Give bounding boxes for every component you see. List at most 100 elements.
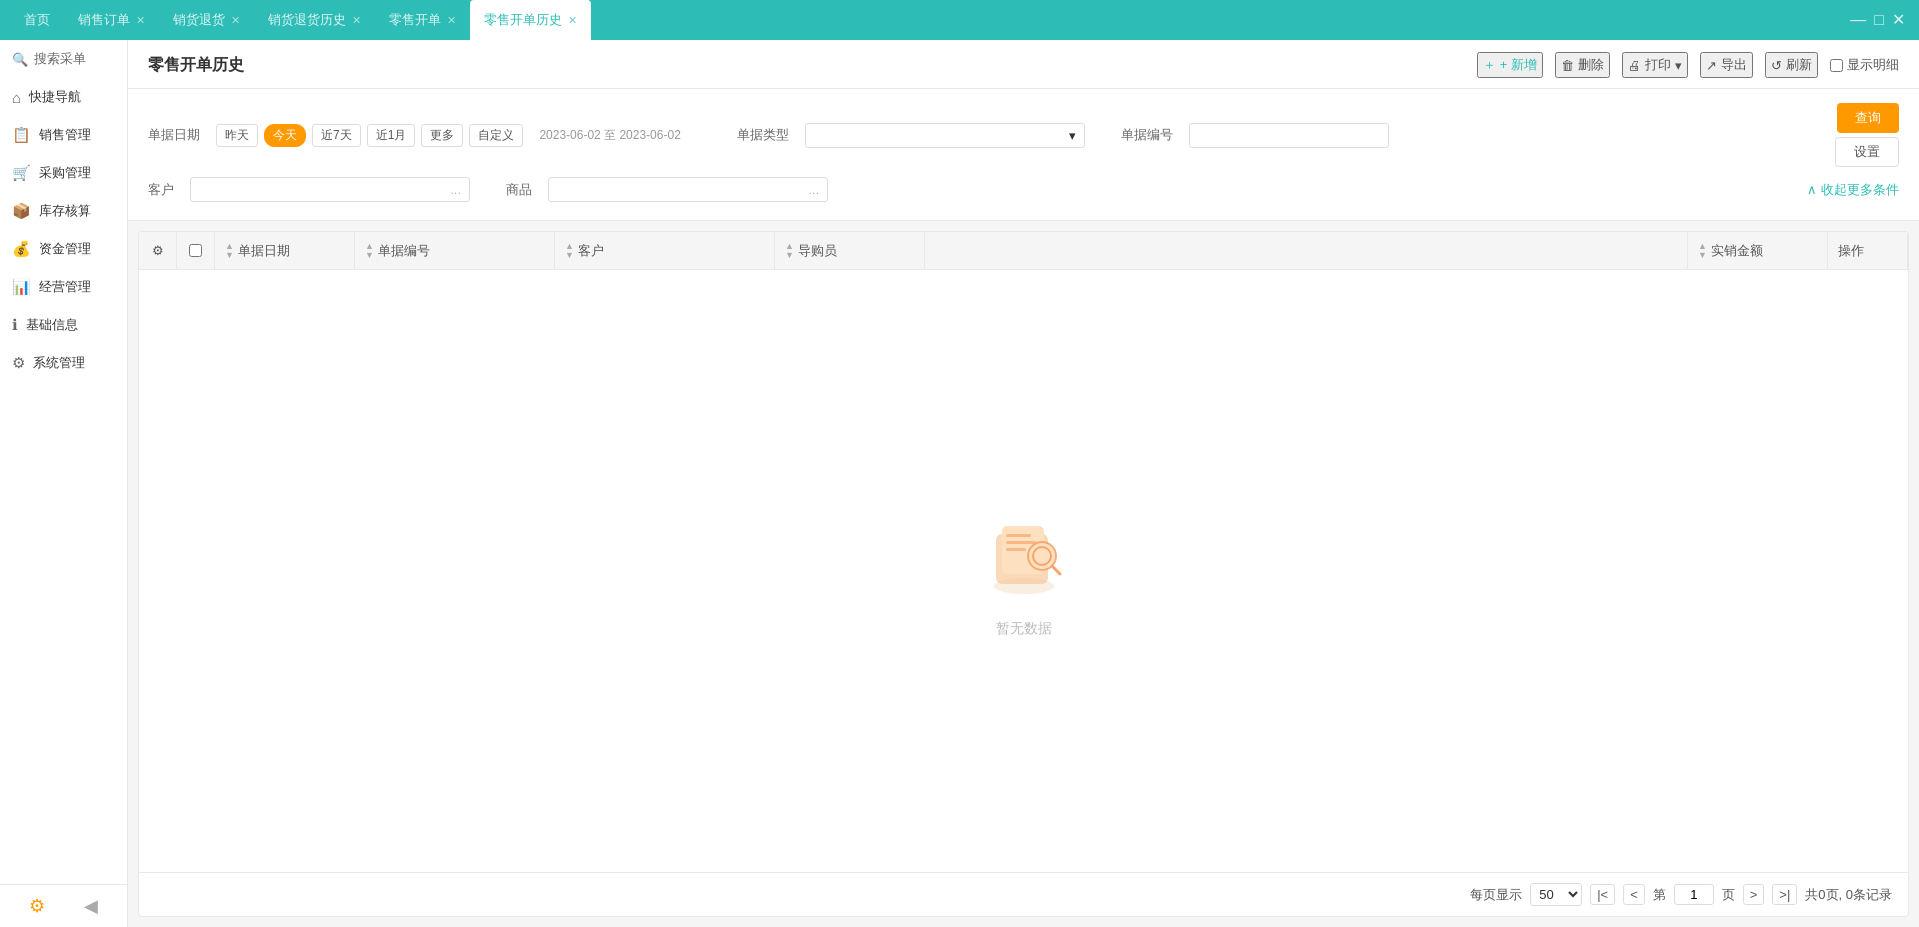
date-btn-yesterday[interactable]: 昨天 — [216, 124, 258, 147]
purchase-icon: 🛒 — [12, 164, 31, 182]
filter-area: 单据日期 昨天 今天 近7天 近1月 更多 自定义 2023-06-02 至 2… — [128, 89, 1919, 221]
th-amount-label: 实销金额 — [1711, 242, 1763, 260]
sidebar-item-purchase-mgmt[interactable]: 🛒 采购管理 — [0, 154, 127, 192]
sidebar-item-finance-label: 资金管理 — [39, 240, 91, 258]
print-button[interactable]: 🖨 打印 ▾ — [1622, 52, 1688, 78]
per-page-label: 每页显示 — [1470, 886, 1522, 904]
tab-sales-order[interactable]: 销售订单 ✕ — [64, 0, 159, 40]
date-btn-more[interactable]: 更多 — [421, 124, 463, 147]
display-detail-checkbox[interactable]: 显示明细 — [1830, 56, 1899, 74]
th-settings[interactable]: ⚙ — [139, 232, 177, 269]
th-customer[interactable]: ▲▼ 客户 — [555, 232, 775, 269]
add-label: + 新增 — [1500, 56, 1537, 74]
display-detail-input[interactable] — [1830, 59, 1843, 72]
sidebar-item-quick-nav[interactable]: ⌂ 快捷导航 — [0, 78, 127, 116]
collapse-sidebar-btn[interactable]: ◀ — [84, 895, 98, 917]
th-number-label: 单据编号 — [378, 242, 430, 260]
order-type-select[interactable]: ▾ — [805, 123, 1085, 148]
sidebar-item-basic-info[interactable]: ℹ 基础信息 — [0, 306, 127, 344]
search-icon: 🔍 — [12, 52, 28, 67]
tab-retail-open-history[interactable]: 零售开单历史 ✕ — [470, 0, 591, 40]
sidebar-item-purchase-mgmt-label: 采购管理 — [39, 164, 91, 182]
sidebar-item-sales-mgmt[interactable]: 📋 销售管理 — [0, 116, 127, 154]
settings-button[interactable]: 设置 — [1835, 137, 1899, 167]
tab-sales-order-label: 销售订单 — [78, 11, 130, 29]
add-button[interactable]: ＋ + 新增 — [1477, 52, 1543, 78]
sort-arrows-number: ▲▼ — [365, 242, 374, 260]
query-button[interactable]: 查询 — [1837, 103, 1899, 133]
refresh-button[interactable]: ↺ 刷新 — [1765, 52, 1818, 78]
sidebar-search[interactable]: 🔍 搜索采单 — [0, 40, 127, 78]
delete-button[interactable]: 🗑 删除 — [1555, 52, 1610, 78]
th-guide-label: 导购员 — [798, 242, 837, 260]
tab-retail-open-close[interactable]: ✕ — [447, 14, 456, 27]
customer-select[interactable]: ... — [190, 177, 470, 202]
export-icon: ↗ — [1706, 58, 1717, 73]
sort-arrows-date: ▲▼ — [225, 242, 234, 260]
tab-retail-open-history-close[interactable]: ✕ — [568, 14, 577, 27]
date-btn-custom[interactable]: 自定义 — [469, 124, 523, 147]
inventory-icon: 📦 — [12, 202, 31, 220]
sidebar-search-label: 搜索采单 — [34, 50, 86, 68]
empty-text: 暂无数据 — [996, 620, 1052, 638]
svg-line-8 — [1052, 566, 1060, 574]
select-all-checkbox[interactable] — [189, 244, 202, 257]
per-page-select[interactable]: 50 100 200 — [1530, 883, 1582, 906]
filter-row-2: 客户 ... 商品 ... ∧ 收起更多条件 — [148, 177, 1899, 202]
export-label: 导出 — [1721, 56, 1747, 74]
th-checkbox[interactable] — [177, 232, 215, 269]
th-guide[interactable]: ▲▼ 导购员 — [775, 232, 925, 269]
export-button[interactable]: ↗ 导出 — [1700, 52, 1753, 78]
date-range-display: 2023-06-02 至 2023-06-02 — [539, 127, 680, 144]
customer-ellipsis: ... — [450, 182, 461, 197]
main-layout: 🔍 搜索采单 ⌂ 快捷导航 📋 销售管理 🛒 采购管理 📦 库存核算 💰 资金管… — [0, 40, 1919, 927]
window-close[interactable]: ✕ — [1892, 12, 1905, 28]
date-btn-today[interactable]: 今天 — [264, 124, 306, 147]
date-btn-1month[interactable]: 近1月 — [367, 124, 416, 147]
sidebar-item-sales-mgmt-label: 销售管理 — [39, 126, 91, 144]
first-page-btn[interactable]: |< — [1590, 884, 1615, 905]
date-btn-7days[interactable]: 近7天 — [312, 124, 361, 147]
svg-rect-5 — [1006, 548, 1026, 551]
sidebar-item-finance[interactable]: 💰 资金管理 — [0, 230, 127, 268]
th-amount[interactable]: ▲▼ 实销金额 — [1688, 232, 1828, 269]
page-header: 零售开单历史 ＋ + 新增 🗑 删除 🖨 打印 ▾ ↗ 导出 — [128, 40, 1919, 89]
total-info: 共0页, 0条记录 — [1805, 886, 1892, 904]
last-page-btn[interactable]: >| — [1772, 884, 1797, 905]
query-buttons: 查询 设置 — [1835, 103, 1899, 167]
sidebar-item-operations-label: 经营管理 — [39, 278, 91, 296]
settings-bottom-btn[interactable]: ⚙ — [29, 895, 45, 917]
window-minimize[interactable]: — — [1850, 12, 1866, 28]
tab-sales-return-history-close[interactable]: ✕ — [352, 14, 361, 27]
next-page-btn[interactable]: > — [1743, 884, 1765, 905]
prev-page-btn[interactable]: < — [1623, 884, 1645, 905]
page-number-input[interactable] — [1674, 884, 1714, 905]
svg-rect-4 — [1006, 541, 1036, 544]
tab-retail-open[interactable]: 零售开单 ✕ — [375, 0, 470, 40]
tab-home[interactable]: 首页 — [10, 0, 64, 40]
th-op: 操作 — [1828, 232, 1908, 269]
order-number-input[interactable] — [1189, 123, 1389, 148]
tab-sales-order-close[interactable]: ✕ — [136, 14, 145, 27]
window-maximize[interactable]: □ — [1874, 12, 1884, 28]
collapse-btn[interactable]: ∧ 收起更多条件 — [1807, 181, 1899, 199]
print-dropdown-icon: ▾ — [1675, 58, 1682, 73]
th-number[interactable]: ▲▼ 单据编号 — [355, 232, 555, 269]
sidebar-item-system[interactable]: ⚙ 系统管理 — [0, 344, 127, 382]
th-date-label: 单据日期 — [238, 242, 290, 260]
print-icon: 🖨 — [1628, 58, 1641, 73]
sidebar-item-system-label: 系统管理 — [33, 354, 85, 372]
tab-sales-return-history[interactable]: 销货退货历史 ✕ — [254, 0, 375, 40]
tab-sales-return[interactable]: 销货退货 ✕ — [159, 0, 254, 40]
tab-sales-return-close[interactable]: ✕ — [231, 14, 240, 27]
th-date[interactable]: ▲▼ 单据日期 — [215, 232, 355, 269]
tab-sales-return-history-label: 销货退货历史 — [268, 11, 346, 29]
sidebar-item-inventory[interactable]: 📦 库存核算 — [0, 192, 127, 230]
date-label: 单据日期 — [148, 126, 200, 144]
th-op-label: 操作 — [1838, 242, 1864, 260]
order-type-dropdown-icon: ▾ — [1069, 128, 1076, 143]
goods-select[interactable]: ... — [548, 177, 828, 202]
page-unit: 页 — [1722, 886, 1735, 904]
system-icon: ⚙ — [12, 354, 25, 372]
sidebar-item-operations[interactable]: 📊 经营管理 — [0, 268, 127, 306]
